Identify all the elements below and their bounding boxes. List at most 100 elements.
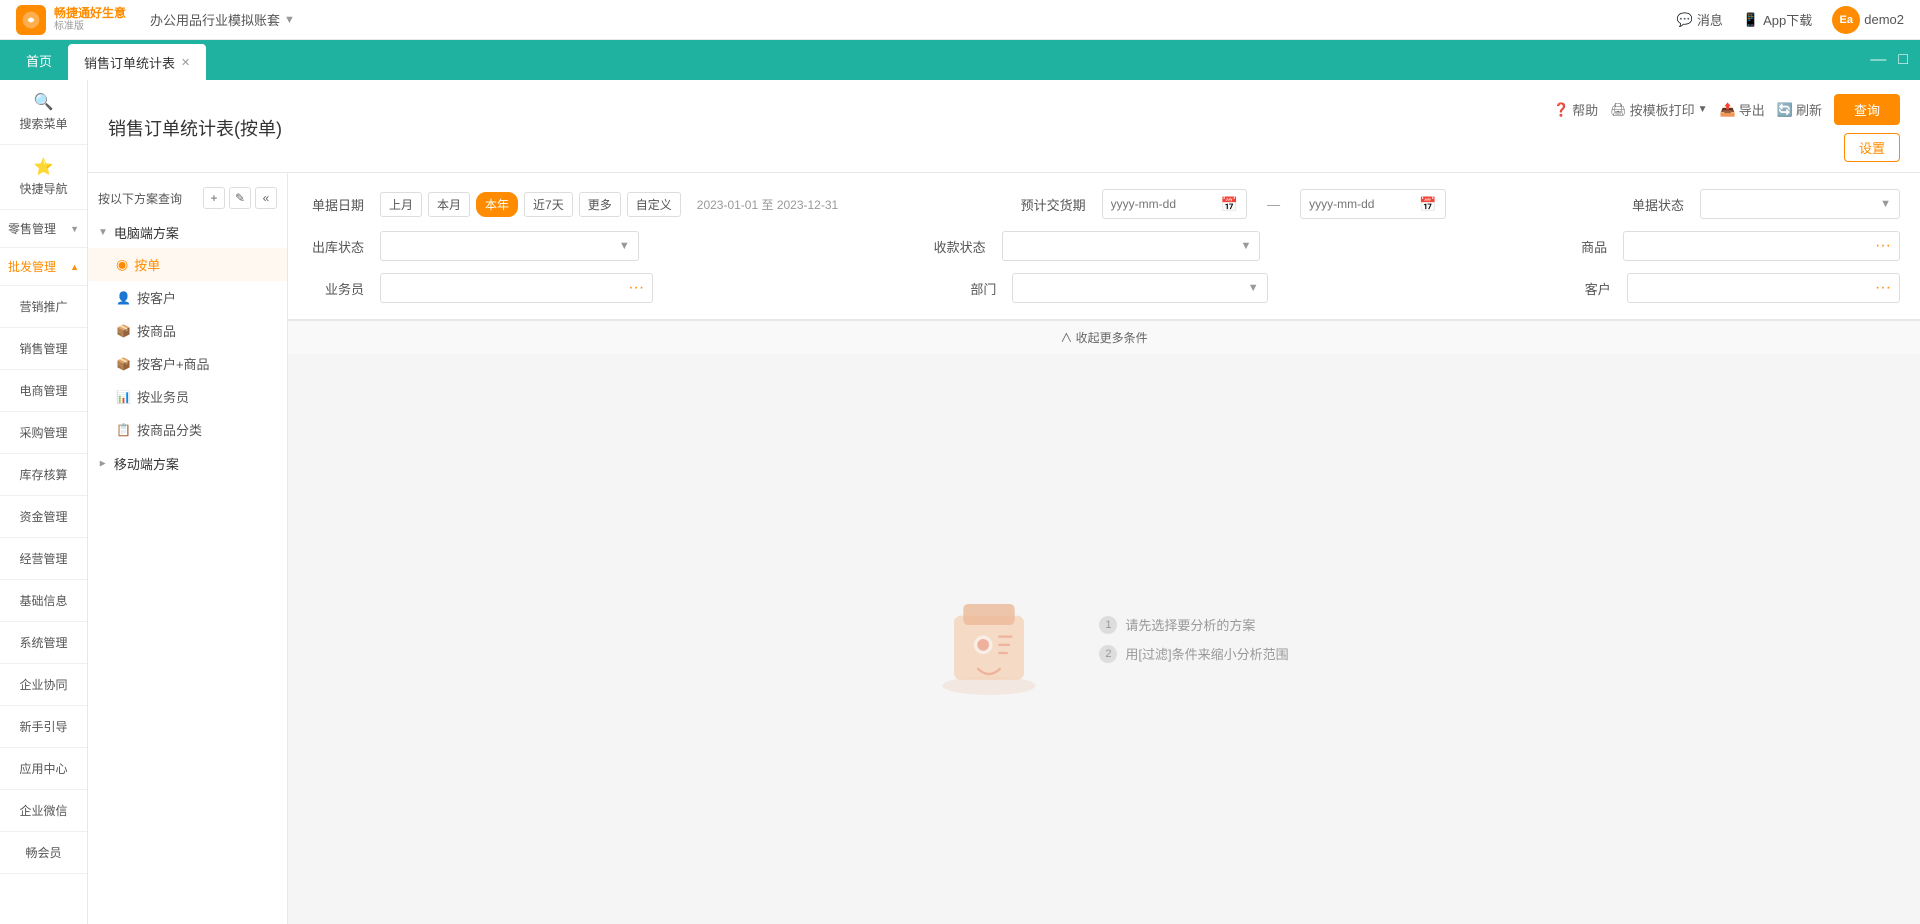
- export-btn[interactable]: 📤 导出: [1720, 100, 1765, 119]
- scheme-item-by-order[interactable]: ◉ 按单: [88, 248, 287, 281]
- retail-label: 零售管理: [8, 220, 56, 237]
- sidebar-item-operations[interactable]: 经营管理: [0, 538, 87, 580]
- edit-scheme-btn[interactable]: ✎: [229, 187, 251, 209]
- print-arrow-icon: ▼: [1698, 104, 1708, 115]
- action-buttons-row: ❓ 帮助 🖨 按模板打印 ▼ 📤 导出 🔄 刷新: [1553, 94, 1822, 119]
- user-area[interactable]: Ea demo2: [1832, 6, 1904, 34]
- username: demo2: [1864, 12, 1904, 27]
- sidebar-item-system[interactable]: 系统管理: [0, 622, 87, 664]
- tab-close-icon[interactable]: ✕: [181, 56, 190, 69]
- by-product-icon: 📦: [116, 324, 131, 338]
- app-center-label: 应用中心: [19, 762, 67, 776]
- marketing-label: 营销推广: [19, 300, 67, 314]
- message-icon: 💬: [1677, 12, 1693, 28]
- sidebar-item-search-menu[interactable]: 🔍 搜索菜单: [0, 80, 87, 145]
- department-label: 部门: [940, 279, 996, 298]
- export-icon: 📤: [1720, 102, 1736, 118]
- app-download-label: App下载: [1763, 10, 1812, 29]
- sidebar-item-marketing[interactable]: 营销推广: [0, 286, 87, 328]
- sidebar-item-enterprise-collab[interactable]: 企业协同: [0, 664, 87, 706]
- help-icon: ❓: [1553, 102, 1569, 118]
- sidebar-item-purchase[interactable]: 采购管理: [0, 412, 87, 454]
- collapse-panel-btn[interactable]: «: [255, 187, 277, 209]
- empty-illustration: [919, 569, 1059, 709]
- pc-group-arrow-icon: ▼: [98, 227, 108, 238]
- by-product-label: 按商品: [137, 321, 176, 340]
- sidebar-item-sales[interactable]: 销售管理: [0, 328, 87, 370]
- collapse-more-btn[interactable]: ∧ 收起更多条件: [288, 320, 1920, 354]
- new-guide-label: 新手引导: [19, 720, 67, 734]
- tab-sales-order-stats[interactable]: 销售订单统计表 ✕: [68, 44, 206, 80]
- custom-btn[interactable]: 自定义: [627, 192, 681, 217]
- maximize-btn[interactable]: □: [1898, 51, 1908, 69]
- expected-delivery-end[interactable]: 📅: [1300, 189, 1445, 219]
- help-btn[interactable]: ❓ 帮助: [1553, 100, 1598, 119]
- scheme-group-mobile-header[interactable]: ▼ 移动端方案: [88, 448, 287, 479]
- expected-delivery-start-input[interactable]: [1111, 197, 1221, 211]
- sidebar-item-inventory[interactable]: 库存核算: [0, 454, 87, 496]
- scheme-item-by-customer[interactable]: 👤 按客户: [88, 281, 287, 314]
- setting-button[interactable]: 设置: [1844, 133, 1900, 162]
- tab-sales-order-label: 销售订单统计表: [84, 53, 175, 72]
- scheme-item-by-product[interactable]: 📦 按商品: [88, 314, 287, 347]
- scheme-item-by-product-category[interactable]: 📋 按商品分类: [88, 413, 287, 446]
- query-button[interactable]: 查询: [1834, 94, 1900, 125]
- pc-group-label: 电脑端方案: [114, 223, 179, 242]
- wholesale-label: 批发管理: [8, 258, 56, 275]
- filter-row-2: 出库状态 ▼ 收款状态 ▼: [308, 231, 1900, 261]
- page-actions: ❓ 帮助 🖨 按模板打印 ▼ 📤 导出 🔄 刷新: [1553, 94, 1900, 162]
- salesperson-dots-icon[interactable]: ···: [628, 279, 644, 297]
- this-month-btn[interactable]: 本月: [428, 192, 470, 217]
- payment-status-wrap: ▼: [1002, 231, 1261, 261]
- customer-input[interactable]: [1636, 281, 1875, 296]
- customer-dots-icon[interactable]: ···: [1875, 279, 1891, 297]
- date-range-text: 2023-01-01 至 2023-12-31: [697, 196, 838, 213]
- template-print-btn[interactable]: 🖨 按模板打印 ▼: [1610, 100, 1707, 119]
- minimize-btn[interactable]: —: [1870, 51, 1886, 69]
- sidebar-item-finance[interactable]: 资金管理: [0, 496, 87, 538]
- scheme-group-pc-header[interactable]: ▼ 电脑端方案: [88, 217, 287, 248]
- delivery-status-select[interactable]: ▼: [380, 231, 639, 261]
- tab-home[interactable]: 首页: [10, 40, 68, 80]
- more-btn[interactable]: 更多: [579, 192, 621, 217]
- collapse-text: ∧ 收起更多条件: [1060, 331, 1147, 345]
- sidebar-item-ecommerce[interactable]: 电商管理: [0, 370, 87, 412]
- mobile-group-arrow-icon: ▼: [97, 459, 108, 469]
- product-input[interactable]: [1632, 239, 1875, 254]
- scheme-item-by-salesperson[interactable]: 📊 按业务员: [88, 380, 287, 413]
- topbar-left: 畅捷通好生意 标准版 办公用品行业模拟账套 ▼: [16, 5, 295, 35]
- order-status-wrap: ▼: [1700, 189, 1900, 219]
- sidebar-item-app-center[interactable]: 应用中心: [0, 748, 87, 790]
- last7days-btn[interactable]: 近7天: [524, 192, 573, 217]
- scheme-item-by-customer-product[interactable]: 📦 按客户+商品: [88, 347, 287, 380]
- by-product-category-label: 按商品分类: [137, 420, 202, 439]
- panel-toolbar-actions: + ✎ «: [203, 187, 277, 209]
- sidebar-item-retail[interactable]: 零售管理 ▼: [0, 210, 87, 248]
- enterprise-collab-label: 企业协同: [19, 678, 67, 692]
- sidebar-item-new-guide[interactable]: 新手引导: [0, 706, 87, 748]
- sidebar-item-quick-nav[interactable]: ⭐ 快捷导航: [0, 145, 87, 210]
- download-icon: 📱: [1743, 12, 1759, 28]
- tip-2-text: 用[过滤]条件来缩小分析范围: [1125, 644, 1288, 663]
- department-select[interactable]: ▼: [1012, 273, 1267, 303]
- payment-status-select[interactable]: ▼: [1002, 231, 1261, 261]
- salesperson-input-wrap: ···: [380, 273, 653, 303]
- empty-content: 1 请先选择要分析的方案 2 用[过滤]条件来缩小分析范围: [919, 569, 1288, 709]
- message-btn[interactable]: 💬 消息: [1677, 10, 1723, 29]
- order-status-select[interactable]: ▼: [1700, 189, 1900, 219]
- empty-tip-1: 1 请先选择要分析的方案: [1099, 615, 1288, 634]
- sidebar-item-member[interactable]: 畅会员: [0, 832, 87, 874]
- expected-delivery-end-input[interactable]: [1309, 197, 1419, 211]
- sidebar-item-enterprise-wechat[interactable]: 企业微信: [0, 790, 87, 832]
- expected-delivery-start[interactable]: 📅: [1102, 189, 1247, 219]
- sidebar-item-basic-info[interactable]: 基础信息: [0, 580, 87, 622]
- add-scheme-btn[interactable]: +: [203, 187, 225, 209]
- salesperson-input[interactable]: [389, 281, 628, 296]
- refresh-btn[interactable]: 🔄 刷新: [1777, 100, 1822, 119]
- this-year-btn[interactable]: 本年: [476, 192, 518, 217]
- product-dots-icon[interactable]: ···: [1875, 237, 1891, 255]
- app-download-btn[interactable]: 📱 App下载: [1743, 10, 1812, 29]
- workspace-selector[interactable]: 办公用品行业模拟账套 ▼: [150, 10, 295, 29]
- sidebar-item-wholesale[interactable]: 批发管理 ▲: [0, 248, 87, 286]
- prev-month-btn[interactable]: 上月: [380, 192, 422, 217]
